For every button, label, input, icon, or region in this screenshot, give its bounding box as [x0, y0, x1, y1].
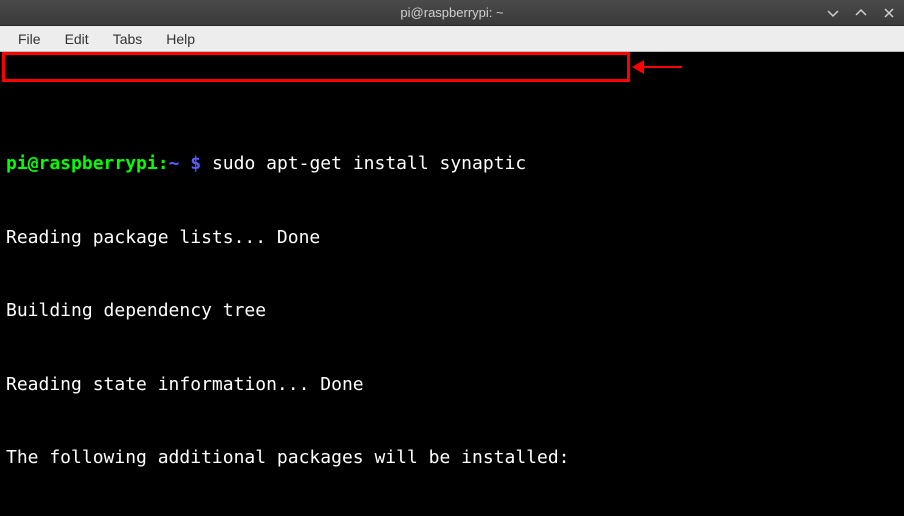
output-line: The following additional packages will b…	[6, 446, 898, 471]
output-line: Reading state information... Done	[6, 373, 898, 398]
menu-tabs[interactable]: Tabs	[103, 29, 153, 49]
maximize-button[interactable]	[852, 4, 870, 22]
output-line: Reading package lists... Done	[6, 226, 898, 251]
prompt-user-host: pi@raspberrypi	[6, 153, 158, 174]
prompt-path: ~	[169, 153, 180, 174]
annotation-arrow	[632, 64, 682, 70]
terminal[interactable]: pi@raspberrypi:~ $ sudo apt-get install …	[0, 52, 904, 516]
prompt-colon: :	[158, 153, 169, 174]
menu-help[interactable]: Help	[156, 29, 205, 49]
minimize-button[interactable]	[824, 4, 842, 22]
command-text: sudo apt-get install synaptic	[212, 153, 526, 174]
menu-file[interactable]: File	[8, 29, 51, 49]
prompt-line: pi@raspberrypi:~ $ sudo apt-get install …	[6, 152, 898, 177]
menu-edit[interactable]: Edit	[55, 29, 99, 49]
window-controls	[824, 0, 898, 25]
menu-bar: File Edit Tabs Help	[0, 26, 904, 52]
prompt-symbol: $	[190, 153, 201, 174]
close-button[interactable]	[880, 4, 898, 22]
window-title: pi@raspberrypi: ~	[400, 5, 503, 20]
annotation-highlight-box	[2, 52, 630, 82]
output-line: Building dependency tree	[6, 299, 898, 324]
window-titlebar: pi@raspberrypi: ~	[0, 0, 904, 26]
